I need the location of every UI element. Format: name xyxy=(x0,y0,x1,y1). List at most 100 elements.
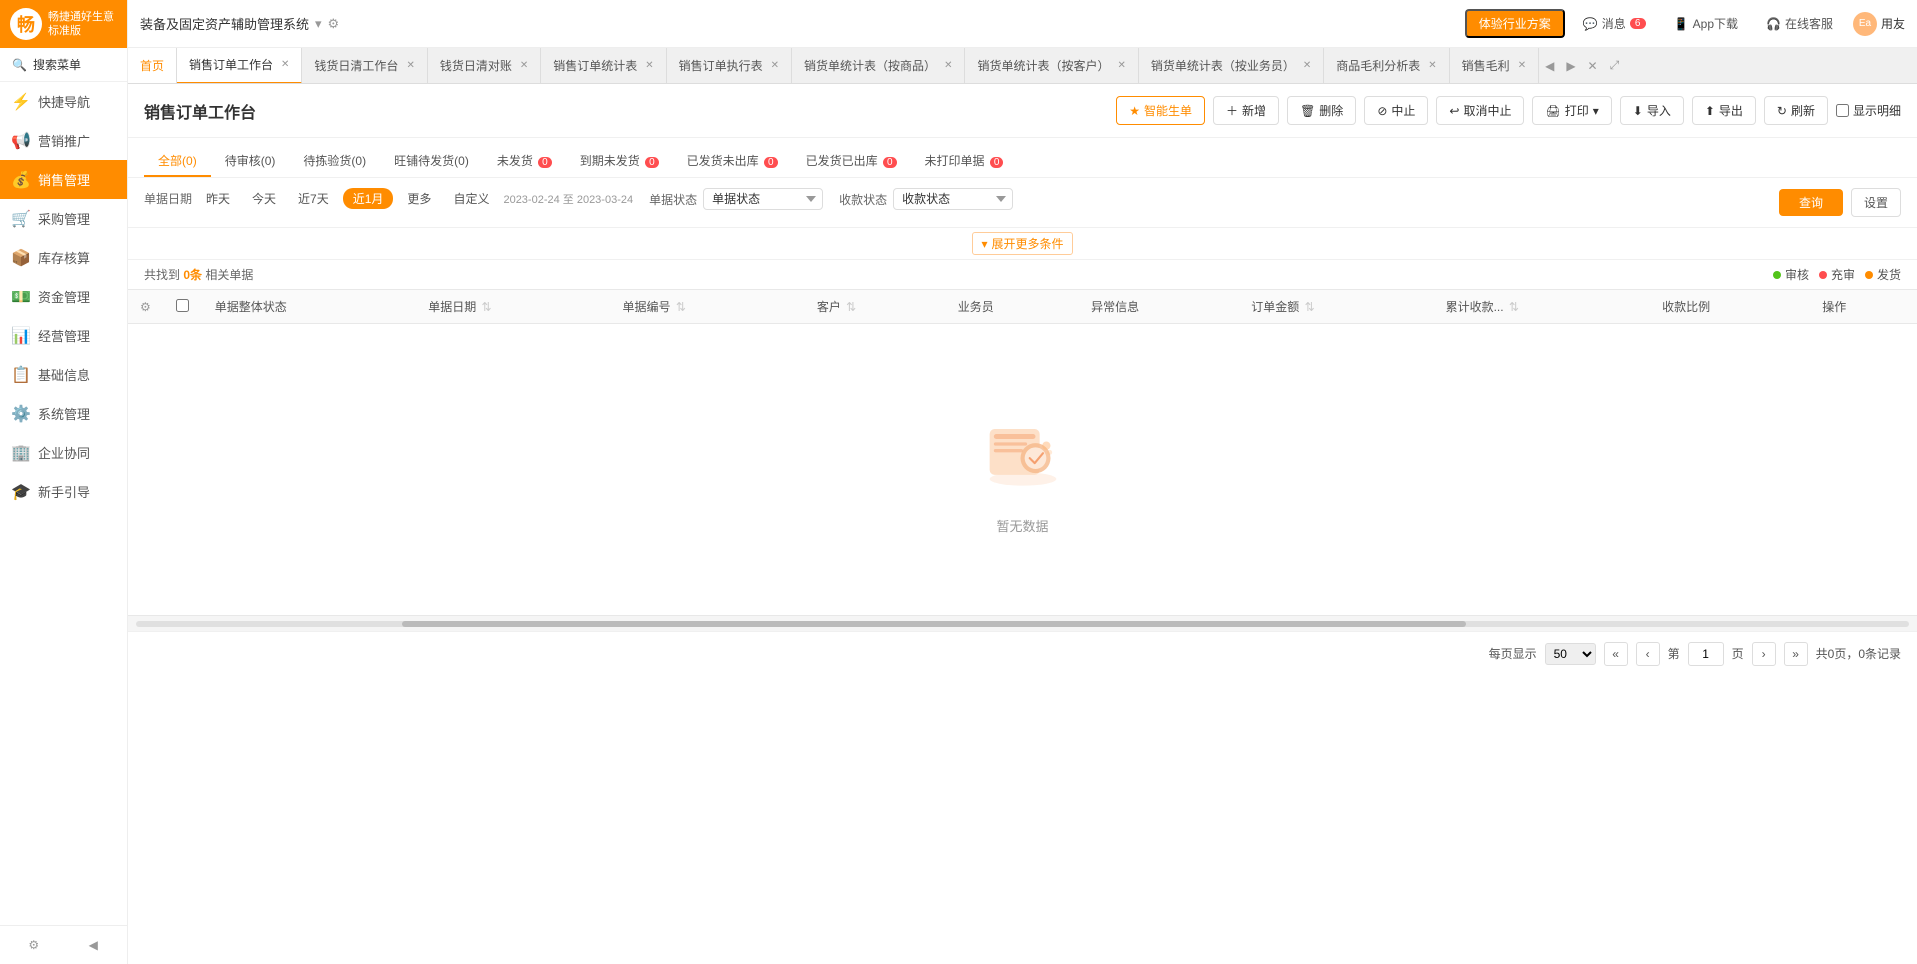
query-btn[interactable]: 查询 xyxy=(1779,189,1843,216)
subtab-all[interactable]: 全部(0) xyxy=(144,146,211,177)
tab-sales-summary-product[interactable]: 销货单统计表（按商品） ✕ xyxy=(792,48,965,84)
scroll-bar xyxy=(128,615,1917,631)
message-btn[interactable]: 💬 消息 6 xyxy=(1575,11,1654,36)
tab-close-cash-reconcile[interactable]: ✕ xyxy=(520,60,528,71)
print-btn[interactable]: 🖨 打印 ▾ xyxy=(1532,96,1611,125)
refresh-btn[interactable]: ↻ 刷新 xyxy=(1764,96,1828,125)
tab-close-sales-exec[interactable]: ✕ xyxy=(771,60,779,71)
tab-nav-next[interactable]: ▶ xyxy=(1560,59,1581,73)
subtab-expired-not-shipped[interactable]: 到期未发货 0 xyxy=(566,146,673,177)
col-date[interactable]: 单据日期 ⇅ xyxy=(416,290,610,324)
tab-close-sales-order[interactable]: ✕ xyxy=(281,59,289,70)
industry-solution-btn[interactable]: 体验行业方案 xyxy=(1465,9,1565,38)
sidebar-item-sales[interactable]: 💰 销售管理 xyxy=(0,160,127,199)
show-detail-checkbox[interactable] xyxy=(1836,104,1849,117)
tab-sales-order[interactable]: 销售订单工作台 ✕ xyxy=(177,48,302,84)
col-abnormal: 异常信息 xyxy=(1079,290,1239,324)
sidebar-item-operations[interactable]: 📊 经营管理 xyxy=(0,316,127,355)
tab-sales-summary-staff[interactable]: 销货单统计表（按业务员） ✕ xyxy=(1139,48,1324,84)
delete-btn[interactable]: 🗑 删除 xyxy=(1287,96,1356,125)
date-btn-1month[interactable]: 近1月 xyxy=(343,188,394,209)
revoke-btn[interactable]: 充审 xyxy=(1819,266,1855,283)
stop-btn[interactable]: ⊘ 中止 xyxy=(1364,96,1428,125)
ship-btn[interactable]: 发货 xyxy=(1865,266,1901,283)
tab-close-sales-summary-customer[interactable]: ✕ xyxy=(1117,60,1125,71)
tab-sales-exec[interactable]: 销售订单执行表 ✕ xyxy=(667,48,792,84)
tab-gross-margin[interactable]: 商品毛利分析表 ✕ xyxy=(1324,48,1449,84)
tab-sales-stats[interactable]: 销售订单统计表 ✕ xyxy=(541,48,666,84)
audit-btn[interactable]: 审核 xyxy=(1773,266,1809,283)
tab-sales-margin[interactable]: 销售毛利 ✕ xyxy=(1450,48,1539,84)
topbar-settings-icon[interactable]: ⚙ xyxy=(328,16,340,32)
col-received[interactable]: 累计收款... ⇅ xyxy=(1434,290,1651,324)
status-select[interactable]: 单据状态 xyxy=(703,188,823,210)
tab-close-gross-margin[interactable]: ✕ xyxy=(1428,60,1436,71)
tab-nav-prev[interactable]: ◀ xyxy=(1539,59,1560,73)
tab-cash-reconcile[interactable]: 钱货日清对账 ✕ xyxy=(428,48,541,84)
payment-filter: 收款状态 收款状态 xyxy=(839,188,1013,210)
sidebar-item-quick-nav[interactable]: ⚡ 快捷导航 xyxy=(0,82,127,121)
col-salesperson[interactable]: 业务员 xyxy=(946,290,1079,324)
page-next-btn[interactable]: › xyxy=(1752,642,1776,666)
tab-close-cash-daily[interactable]: ✕ xyxy=(406,60,414,71)
date-btn-custom[interactable]: 自定义 xyxy=(445,188,497,209)
scroll-thumb[interactable] xyxy=(402,621,1466,627)
subtab-not-shipped[interactable]: 未发货 0 xyxy=(483,146,566,177)
tab-close-sales-margin[interactable]: ✕ xyxy=(1518,60,1526,71)
table-container: ⚙ 单据整体状态 单据日期 ⇅ xyxy=(128,289,1917,615)
smart-create-btn[interactable]: ★ 智能生单 xyxy=(1116,96,1205,125)
settings-bottom-btn[interactable]: ⚙ xyxy=(8,934,60,956)
sidebar-item-sys[interactable]: ⚙️ 系统管理 xyxy=(0,394,127,433)
export-btn[interactable]: ⬆ 导出 xyxy=(1692,96,1756,125)
select-all-checkbox[interactable] xyxy=(176,299,189,312)
page-size-select[interactable]: 50 10 20 100 xyxy=(1545,643,1596,665)
tab-close-sales-summary-staff[interactable]: ✕ xyxy=(1303,60,1311,71)
date-btn-today[interactable]: 今天 xyxy=(244,188,284,209)
cancel-stop-btn[interactable]: ↩ 取消中止 xyxy=(1436,96,1524,125)
sidebar-item-search[interactable]: 🔍 搜索菜单 xyxy=(0,48,127,82)
tab-sales-summary-customer[interactable]: 销货单统计表（按客户） ✕ xyxy=(965,48,1138,84)
page-number-input[interactable] xyxy=(1688,642,1724,666)
page-first-btn[interactable]: « xyxy=(1604,642,1628,666)
col-customer[interactable]: 客户 ⇅ xyxy=(805,290,946,324)
tab-cash-daily[interactable]: 钱货日清工作台 ✕ xyxy=(302,48,427,84)
expand-more-btn[interactable]: ▾ 展开更多条件 xyxy=(972,232,1072,255)
online-service-btn[interactable]: 🎧 在线客服 xyxy=(1758,11,1841,36)
sidebar-item-inventory[interactable]: 📦 库存核算 xyxy=(0,238,127,277)
subtab-shipped-out[interactable]: 已发货已出库 0 xyxy=(792,146,911,177)
payment-select[interactable]: 收款状态 xyxy=(893,188,1013,210)
sidebar-item-purchase[interactable]: 🛒 采购管理 xyxy=(0,199,127,238)
import-btn[interactable]: ⬇ 导入 xyxy=(1620,96,1684,125)
collapse-btn[interactable]: ◀ xyxy=(68,934,120,956)
subtab-pending-inspect[interactable]: 待拣验货(0) xyxy=(289,146,380,177)
subtab-wang-pending[interactable]: 旺铺待发货(0) xyxy=(380,146,483,177)
tab-fullscreen[interactable]: ⤢ xyxy=(1604,58,1626,73)
col-amount[interactable]: 订单金额 ⇅ xyxy=(1239,290,1433,324)
page-prev-btn[interactable]: ‹ xyxy=(1636,642,1660,666)
subtab-not-printed[interactable]: 未打印单据 0 xyxy=(911,146,1018,177)
app-download-btn[interactable]: 📱 App下载 xyxy=(1666,11,1746,36)
set-btn[interactable]: 设置 xyxy=(1851,188,1901,217)
date-btn-more[interactable]: 更多 xyxy=(399,188,439,209)
date-btn-yesterday[interactable]: 昨天 xyxy=(198,188,238,209)
sidebar-item-finance[interactable]: 💵 资金管理 xyxy=(0,277,127,316)
col-settings-icon[interactable]: ⚙ xyxy=(140,300,151,314)
sidebar-item-base-info[interactable]: 📋 基础信息 xyxy=(0,355,127,394)
date-btn-7days[interactable]: 近7天 xyxy=(290,188,337,209)
tab-close-sales-summary-product[interactable]: ✕ xyxy=(944,60,952,71)
sidebar-item-guide[interactable]: 🎓 新手引导 xyxy=(0,472,127,511)
subtab-shipped-not-out[interactable]: 已发货未出库 0 xyxy=(673,146,792,177)
page-last-btn[interactable]: » xyxy=(1784,642,1808,666)
tab-home[interactable]: 首页 xyxy=(128,48,177,84)
date-filter: 单据日期 昨天 今天 近7天 近1月 更多 自定义 2023-02-24 至 2… xyxy=(144,188,633,209)
tab-close-sales-stats[interactable]: ✕ xyxy=(645,60,653,71)
print-icon: 🖨 xyxy=(1545,104,1560,118)
col-number[interactable]: 单据编号 ⇅ xyxy=(611,290,805,324)
tab-close-all[interactable]: ✕ xyxy=(1582,59,1604,73)
subtab-pending-review[interactable]: 待审核(0) xyxy=(211,146,290,177)
stop-icon: ⊘ xyxy=(1377,104,1387,118)
user-menu[interactable]: Ea 用友 xyxy=(1853,12,1905,36)
sidebar-item-marketing[interactable]: 📢 营销推广 xyxy=(0,121,127,160)
add-btn[interactable]: ＋ 新增 xyxy=(1213,96,1279,125)
sidebar-item-enterprise[interactable]: 🏢 企业协同 xyxy=(0,433,127,472)
